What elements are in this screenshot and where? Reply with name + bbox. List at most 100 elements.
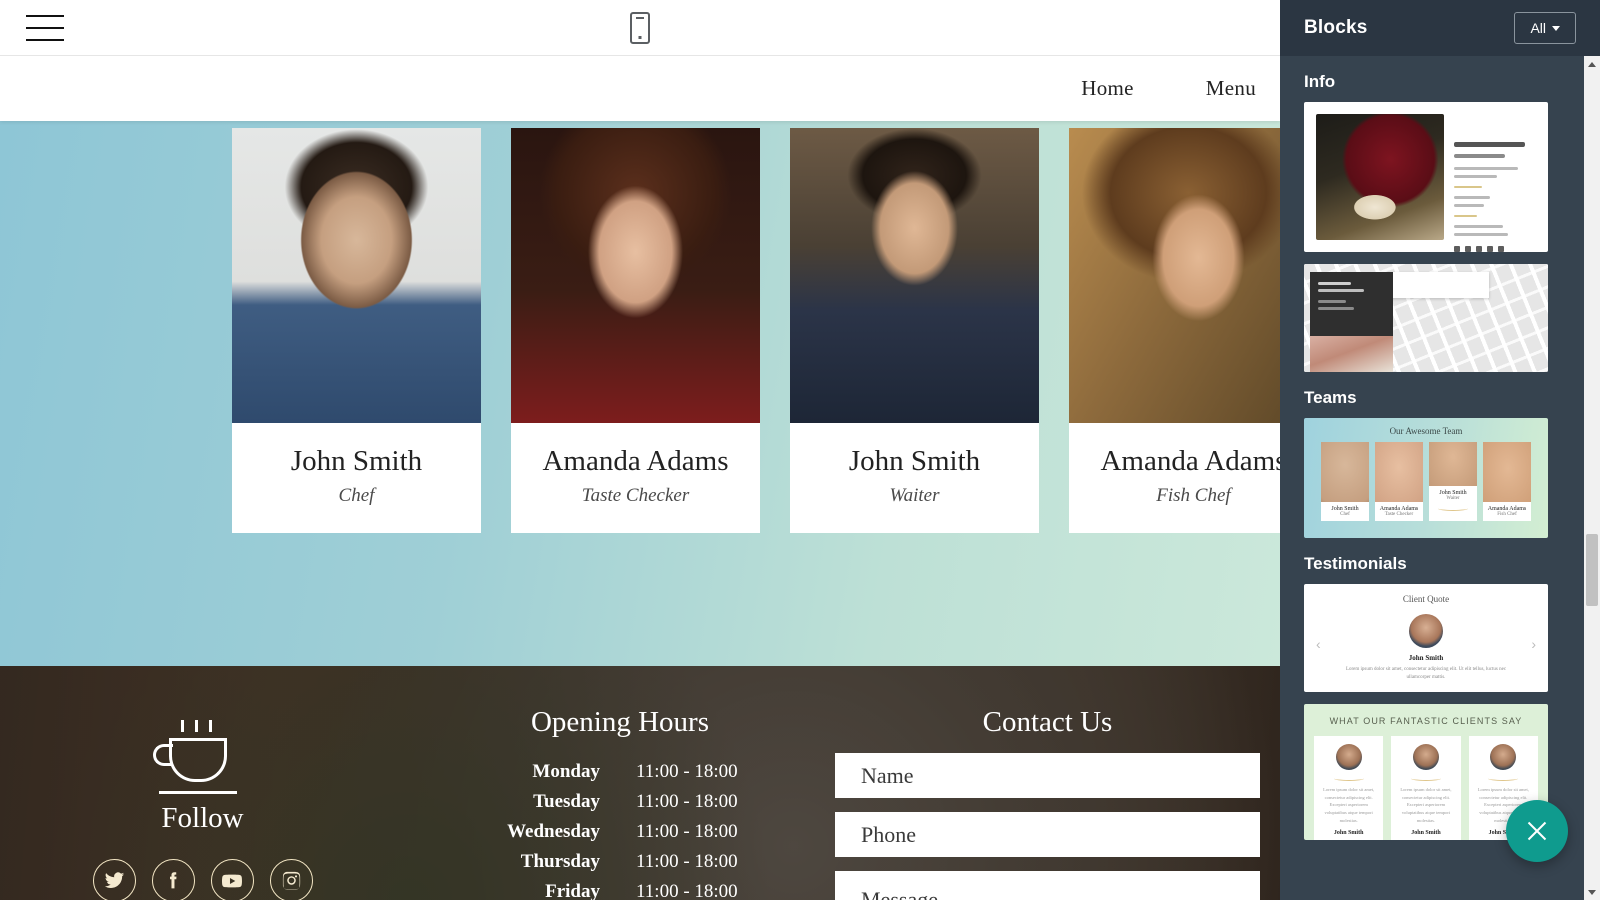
twitter-icon[interactable] [92, 859, 136, 900]
quote-thumb-title: Client Quote [1402, 594, 1450, 604]
quote-author: John Smith [1408, 654, 1444, 662]
facebook-icon[interactable] [151, 859, 195, 900]
team-member-card[interactable]: John Smith Waiter [790, 128, 1039, 533]
follow-title: Follow [161, 802, 244, 834]
panel-scrollbar[interactable] [1584, 56, 1600, 900]
contact-title: Contact Us [982, 706, 1113, 738]
coffee-cup-icon [152, 720, 245, 796]
block-thumb-team-grid[interactable]: Our Awesome Team John Smith Chef Amanda … [1304, 418, 1548, 538]
team-member-card[interactable]: Amanda Adams Taste Checker [511, 128, 760, 533]
team-thumb-role: Taste Checker [1384, 512, 1414, 517]
member-role: Chef [338, 485, 375, 506]
contact-message-field[interactable]: Message [835, 871, 1260, 900]
member-role: Fish Chef [1156, 485, 1231, 506]
hours-time: 11:00 - 18:00 [636, 821, 738, 842]
blocks-panel-body[interactable]: Info Teams Our Awesome Team John Smith C… [1280, 56, 1580, 900]
team-row: John Smith Chef Amanda Adams Taste Check… [0, 121, 1280, 533]
team-thumb-card: Amanda Adams Fish Chef [1483, 442, 1531, 521]
opening-hours-title: Opening Hours [530, 706, 709, 738]
block-thumb-client-quote[interactable]: Client Quote ‹ › John Smith Lorem ipsum … [1304, 584, 1548, 692]
hours-row: Monday 11:00 - 18:00 [405, 761, 835, 783]
member-photo [511, 128, 760, 423]
quote-avatar [1409, 614, 1443, 648]
block-thumb-map-location[interactable] [1304, 264, 1548, 372]
instagram-icon[interactable] [269, 859, 313, 900]
team-thumb-card: Amanda Adams Taste Checker [1375, 442, 1423, 521]
social-icons-row [1454, 246, 1536, 252]
team-member-card[interactable]: Amanda Adams Fish Chef [1069, 128, 1280, 533]
team-thumb-role: Fish Chef [1497, 512, 1517, 517]
team-thumb-card: John Smith Chef [1321, 442, 1369, 521]
member-photo [232, 128, 481, 423]
prev-arrow-icon[interactable]: ‹ [1316, 636, 1321, 652]
hours-time: 11:00 - 18:00 [636, 791, 738, 812]
site-navbar: Home Menu [0, 56, 1280, 121]
blocks-panel-header: Blocks All [1280, 0, 1600, 56]
hours-row: Tuesday 11:00 - 18:00 [405, 791, 835, 813]
hours-day: Wednesday [507, 821, 600, 842]
member-name: John Smith [848, 445, 981, 477]
team-section: John Smith Chef Amanda Adams Taste Check… [0, 121, 1280, 666]
team-thumb-role: Waiter [1446, 496, 1460, 501]
builder-topbar [0, 0, 1280, 56]
map-caption-card [1310, 272, 1393, 336]
contact-name-field[interactable]: Name [835, 753, 1260, 798]
nav-item-menu[interactable]: Menu [1206, 76, 1256, 101]
scrollbar-thumb[interactable] [1586, 534, 1598, 606]
footer-section: Follow Opening Hours Monday 11:00 - 18:0… [0, 666, 1280, 900]
hours-row: Friday 11:00 - 18:00 [405, 881, 835, 900]
blocks-panel: Blocks All Info Teams Our Awesome Team J… [1280, 0, 1600, 900]
youtube-icon[interactable] [210, 859, 254, 900]
member-role: Taste Checker [581, 485, 690, 506]
member-name: Amanda Adams [1100, 445, 1280, 477]
quote-text: Lorem ipsum dolor sit amet, consectetur … [1345, 667, 1507, 680]
hours-row: Thursday 11:00 - 18:00 [405, 851, 835, 873]
hours-day: Tuesday [533, 791, 600, 812]
site-canvas: Home Menu John Smith Chef Amanda Adams T… [0, 56, 1280, 900]
blocks-filter-dropdown[interactable]: All [1514, 12, 1576, 44]
block-thumb-image [1316, 114, 1444, 240]
hours-day: Monday [532, 761, 600, 782]
team-thumb-title: Our Awesome Team [1389, 426, 1463, 436]
app-root: Home Menu John Smith Chef Amanda Adams T… [0, 0, 1600, 900]
member-name: John Smith [290, 445, 423, 477]
hours-day: Thursday [520, 851, 600, 872]
client-text: Lorem ipsum dolor sit amet, consectetur … [1400, 787, 1452, 823]
blocks-filter-label: All [1530, 20, 1546, 36]
topbar-center [0, 0, 1280, 56]
member-photo [1069, 128, 1280, 423]
follow-column: Follow [0, 706, 405, 900]
team-thumb-card: John Smith Waiter [1429, 442, 1477, 521]
scroll-down-arrow-icon[interactable] [1584, 884, 1600, 900]
contact-phone-field[interactable]: Phone [835, 812, 1260, 857]
hours-row: Wednesday 11:00 - 18:00 [405, 821, 835, 843]
client-author: John Smith [1411, 830, 1441, 837]
member-role: Waiter [889, 485, 940, 506]
map-info-card [1386, 272, 1490, 298]
social-links [0, 859, 405, 900]
blocks-panel-title: Blocks [1304, 17, 1368, 38]
member-name: Amanda Adams [542, 445, 729, 477]
hours-day: Friday [545, 881, 600, 900]
client-card: Lorem ipsum dolor sit amet, consectetur … [1391, 736, 1461, 840]
blocks-section-title-info: Info [1304, 72, 1336, 91]
blocks-section-title-teams: Teams [1304, 388, 1357, 407]
hours-time: 11:00 - 18:00 [636, 761, 738, 782]
contact-column: Contact Us Name Phone Message [835, 706, 1280, 900]
next-arrow-icon[interactable]: › [1531, 636, 1536, 652]
team-member-card[interactable]: John Smith Chef [232, 128, 481, 533]
team-thumb-role: Chef [1340, 512, 1350, 517]
chevron-down-icon [1552, 25, 1560, 31]
close-panel-fab[interactable] [1506, 800, 1568, 862]
block-thumb-info-restaurant[interactable] [1304, 102, 1548, 252]
opening-hours-column: Opening Hours Monday 11:00 - 18:00 Tuesd… [405, 706, 835, 900]
opening-hours-list: Monday 11:00 - 18:00 Tuesday 11:00 - 18:… [405, 761, 835, 900]
map-food-image [1310, 336, 1393, 372]
hamburger-icon[interactable] [26, 14, 64, 41]
client-author: John Smith [1333, 830, 1364, 837]
client-card: Lorem ipsum dolor sit amet, consectetur … [1314, 736, 1384, 840]
mobile-preview-icon[interactable] [630, 12, 650, 44]
scroll-up-arrow-icon[interactable] [1584, 56, 1600, 72]
nav-item-home[interactable]: Home [1081, 76, 1134, 101]
hours-time: 11:00 - 18:00 [636, 881, 738, 900]
